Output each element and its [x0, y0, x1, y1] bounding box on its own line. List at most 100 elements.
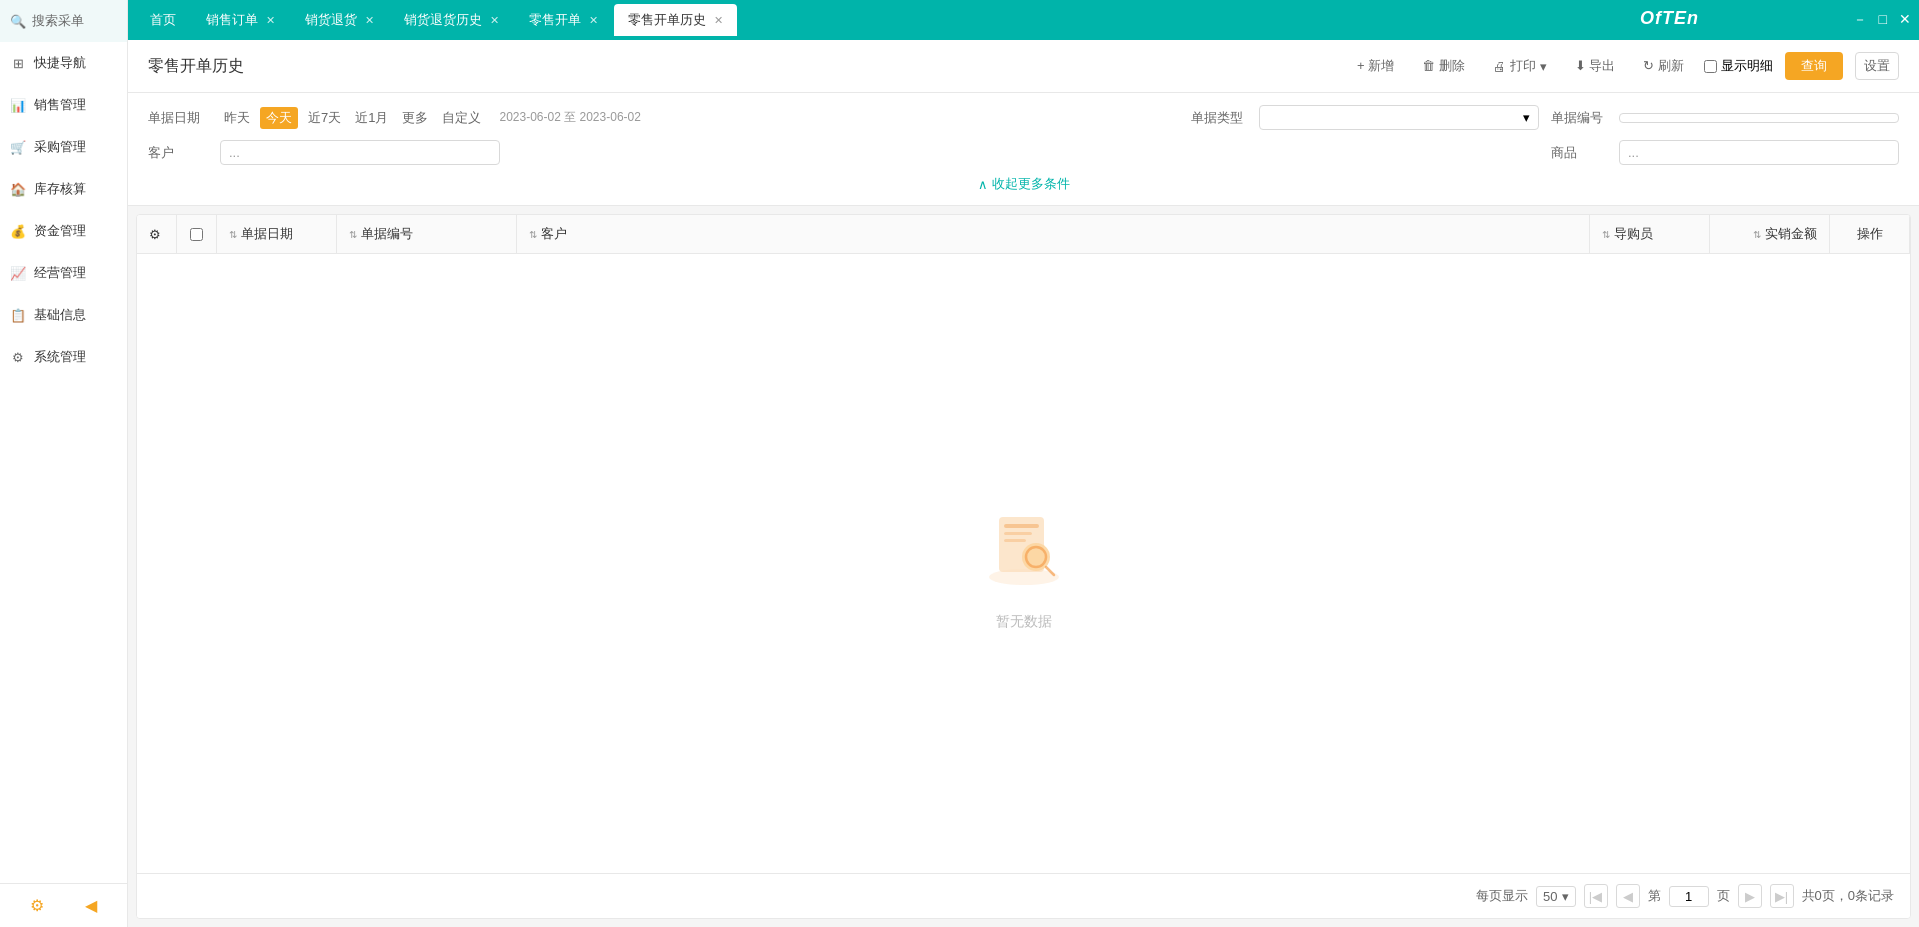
- sales-mgmt-icon: 📊: [10, 97, 26, 113]
- per-page-label: 每页显示: [1476, 887, 1528, 905]
- table-settings-icon[interactable]: ⚙: [149, 227, 161, 242]
- add-button[interactable]: + 新增: [1349, 53, 1402, 79]
- doc-no-input[interactable]: [1619, 113, 1899, 123]
- goods-placeholder: ...: [1628, 145, 1639, 160]
- date-filter-label: 单据日期: [148, 109, 204, 127]
- shortcut-more[interactable]: 更多: [398, 107, 432, 129]
- tab-retail-open-history-close[interactable]: ✕: [714, 14, 723, 27]
- shortcut-7days[interactable]: 近7天: [304, 107, 345, 129]
- minimize-btn[interactable]: －: [1853, 11, 1867, 29]
- sidebar-search-label: 搜索采单: [32, 12, 84, 30]
- tab-retail-open[interactable]: 零售开单 ✕: [515, 4, 612, 36]
- tab-sales-order-label: 销售订单: [206, 11, 258, 29]
- per-page-select[interactable]: 50 ▾: [1536, 886, 1575, 907]
- export-button[interactable]: ⬇ 导出: [1567, 53, 1624, 79]
- purchase-mgmt-icon: 🛒: [10, 139, 26, 155]
- customer-input[interactable]: ...: [220, 140, 500, 165]
- sidebar-item-sales-mgmt[interactable]: 📊 销售管理: [0, 84, 127, 126]
- tab-home[interactable]: 首页: [136, 4, 190, 36]
- shortcut-1month[interactable]: 近1月: [351, 107, 392, 129]
- sidebar-item-sys-mgmt[interactable]: ⚙ 系统管理: [0, 336, 127, 378]
- print-button[interactable]: 🖨 🖨 打印 打印 ▾: [1485, 53, 1555, 79]
- pagination: 每页显示 50 ▾ |◀ ◀ 第 页 ▶ ▶| 共0页，0条记录: [137, 873, 1910, 918]
- collapse-sidebar-icon[interactable]: ◀: [85, 896, 97, 915]
- filter-row-2: 客户 ... 商品 ...: [148, 140, 1899, 165]
- sidebar-bottom: ⚙ ◀: [0, 883, 127, 927]
- print-icon: 🖨: [1493, 59, 1506, 74]
- select-all-checkbox[interactable]: [190, 228, 203, 241]
- tab-retail-open-history[interactable]: 零售开单历史 ✕: [614, 4, 737, 36]
- basic-info-icon: 📋: [10, 307, 26, 323]
- sidebar: 🔍 搜索采单 ⊞ 快捷导航 📊 销售管理 🛒 采购管理 🏠 库存核算 💰 资金管…: [0, 0, 128, 927]
- th-settings[interactable]: ⚙: [137, 215, 177, 253]
- brand-text: OfTEn: [1640, 8, 1699, 29]
- sidebar-item-quick-nav[interactable]: ⊞ 快捷导航: [0, 42, 127, 84]
- th-checkbox[interactable]: [177, 215, 217, 253]
- refresh-button[interactable]: ↻ 刷新: [1635, 53, 1692, 79]
- settings-bottom-icon[interactable]: ⚙: [30, 896, 44, 915]
- sidebar-item-label: 快捷导航: [34, 54, 86, 72]
- goods-input[interactable]: ...: [1619, 140, 1899, 165]
- prev-page-btn[interactable]: ◀: [1616, 884, 1640, 908]
- th-number-label: 单据编号: [361, 225, 413, 243]
- svg-rect-2: [1004, 524, 1039, 528]
- tab-sales-return-history[interactable]: 销货退货历史 ✕: [390, 4, 513, 36]
- th-amount: ⇅ 实销金额: [1710, 215, 1830, 253]
- maximize-btn[interactable]: □: [1879, 11, 1887, 29]
- shortcut-yesterday[interactable]: 昨天: [220, 107, 254, 129]
- shortcut-custom[interactable]: 自定义: [438, 107, 485, 129]
- doc-type-dropdown-icon: ▾: [1523, 110, 1530, 125]
- sort-icon-number[interactable]: ⇅: [349, 229, 357, 240]
- tab-sales-order-close[interactable]: ✕: [266, 14, 275, 27]
- sidebar-item-basic-info[interactable]: 📋 基础信息: [0, 294, 127, 336]
- page-number-input[interactable]: [1669, 886, 1709, 907]
- sidebar-item-inventory[interactable]: 🏠 库存核算: [0, 168, 127, 210]
- doc-type-select[interactable]: ▾: [1259, 105, 1539, 130]
- delete-button[interactable]: 🗑 删除: [1414, 53, 1473, 79]
- empty-state: 暂无数据: [137, 254, 1910, 873]
- sidebar-item-label: 经营管理: [34, 264, 86, 282]
- sort-icon-guide[interactable]: ⇅: [1602, 229, 1610, 240]
- sidebar-item-purchase-mgmt[interactable]: 🛒 采购管理: [0, 126, 127, 168]
- sort-icon-left[interactable]: ⇅: [229, 229, 237, 240]
- shortcut-today[interactable]: 今天: [260, 107, 298, 129]
- tab-sales-return-history-label: 销货退货历史: [404, 11, 482, 29]
- svg-rect-3: [1004, 532, 1032, 535]
- collapse-filters-label: 收起更多条件: [992, 175, 1070, 193]
- tab-sales-return-label: 销货退货: [305, 11, 357, 29]
- operations-icon: 📈: [10, 265, 26, 281]
- sidebar-search[interactable]: 🔍 搜索采单: [0, 0, 127, 42]
- display-detail-label: 显示明细: [1721, 57, 1773, 75]
- sidebar-item-finance[interactable]: 💰 资金管理: [0, 210, 127, 252]
- svg-rect-4: [1004, 539, 1026, 542]
- first-page-btn[interactable]: |◀: [1584, 884, 1608, 908]
- query-button[interactable]: 查询: [1785, 52, 1843, 80]
- customer-label: 客户: [148, 144, 204, 162]
- close-btn[interactable]: ✕: [1899, 11, 1911, 29]
- tab-retail-open-close[interactable]: ✕: [589, 14, 598, 27]
- settings-button[interactable]: 设置: [1855, 52, 1899, 80]
- th-customer: ⇅ 客户: [517, 215, 1590, 253]
- tab-sales-return-close[interactable]: ✕: [365, 14, 374, 27]
- th-action: 操作: [1830, 215, 1910, 253]
- content-area: 零售开单历史 + 新增 🗑 删除 🖨 🖨 打印 打印 ▾ ⬇ 导出 ↻ 刷新 显…: [128, 40, 1919, 927]
- collapse-filters-btn[interactable]: ∧ 收起更多条件: [148, 175, 1899, 193]
- empty-text: 暂无数据: [996, 613, 1052, 631]
- display-detail-checkbox[interactable]: 显示明细: [1704, 57, 1773, 75]
- display-detail-input[interactable]: [1704, 60, 1717, 73]
- last-page-btn[interactable]: ▶|: [1770, 884, 1794, 908]
- sys-mgmt-icon: ⚙: [10, 349, 26, 365]
- sort-icon-customer[interactable]: ⇅: [529, 229, 537, 240]
- sort-icon-amount[interactable]: ⇅: [1753, 229, 1761, 240]
- next-page-btn[interactable]: ▶: [1738, 884, 1762, 908]
- tab-bar: 首页 销售订单 ✕ 销货退货 ✕ 销货退货历史 ✕ 零售开单 ✕ 零售开单历史 …: [128, 0, 1919, 40]
- tab-sales-order[interactable]: 销售订单 ✕: [192, 4, 289, 36]
- print-dropdown-icon[interactable]: ▾: [1540, 59, 1547, 74]
- sidebar-item-label: 基础信息: [34, 306, 86, 324]
- page-label: 第: [1648, 887, 1661, 905]
- tab-sales-return-history-close[interactable]: ✕: [490, 14, 499, 27]
- sidebar-item-label: 销售管理: [34, 96, 86, 114]
- tab-sales-return[interactable]: 销货退货 ✕: [291, 4, 388, 36]
- th-date-label: 单据日期: [241, 225, 293, 243]
- sidebar-item-operations[interactable]: 📈 经营管理: [0, 252, 127, 294]
